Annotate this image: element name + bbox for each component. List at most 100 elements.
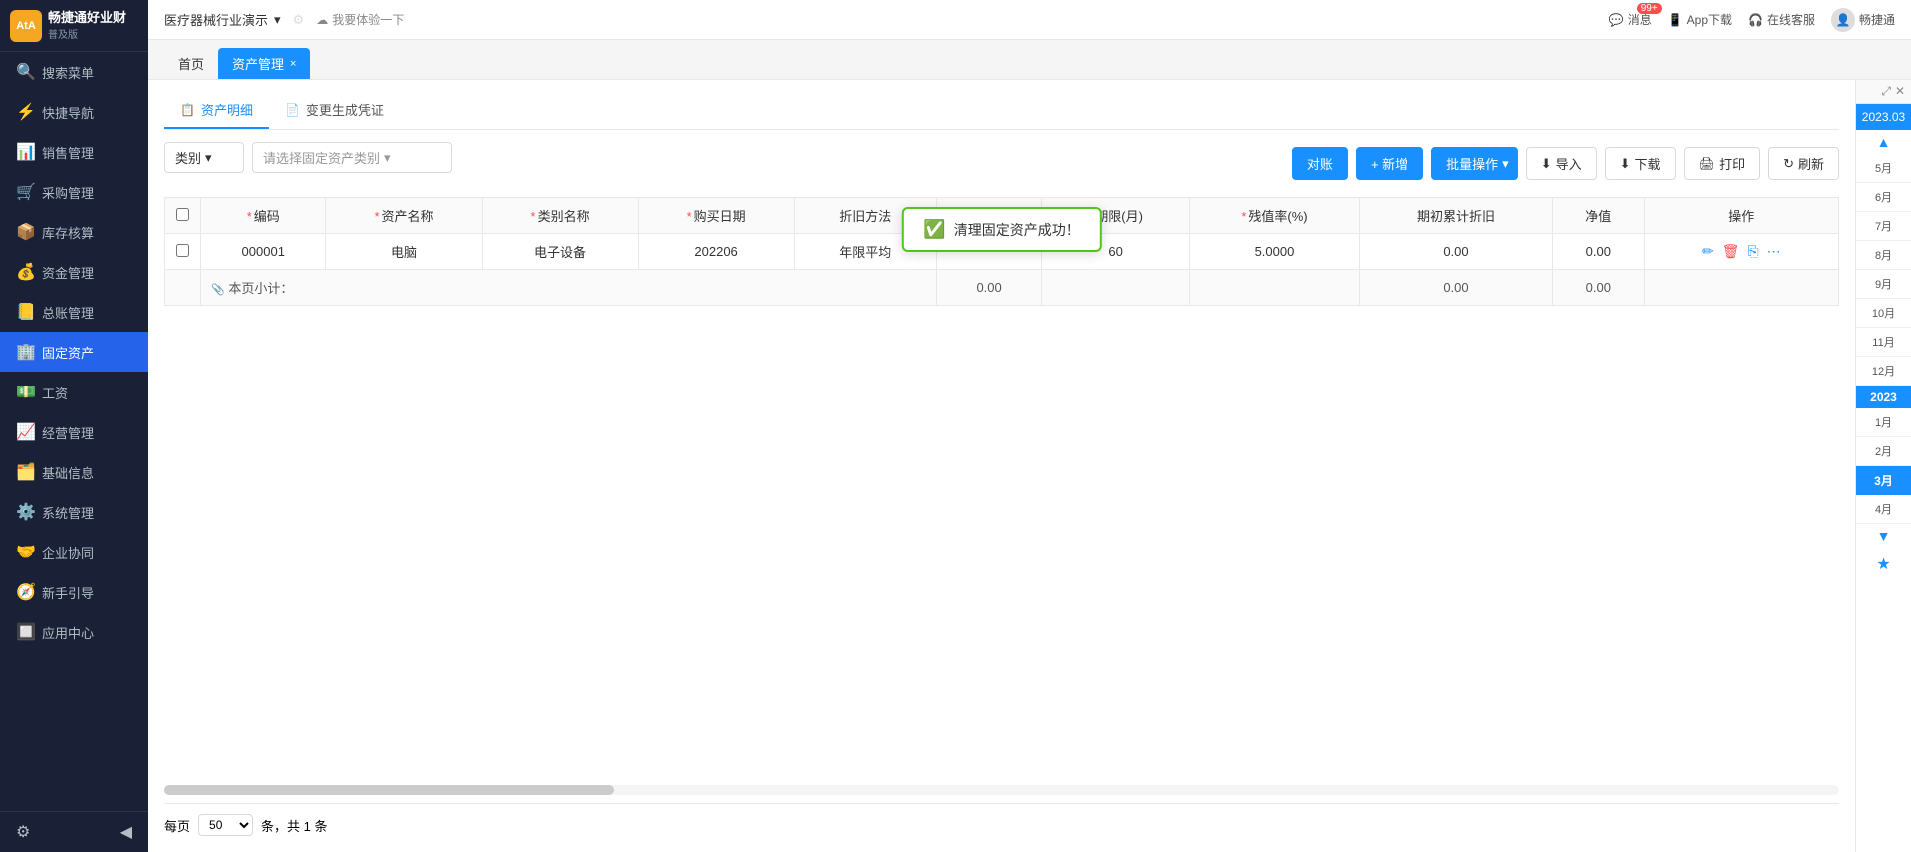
timeline-year-2023[interactable]: 2023 xyxy=(1856,386,1911,408)
timeline-month-5[interactable]: 5月 xyxy=(1856,154,1911,183)
sidebar-item-quicknav[interactable]: ⚡ 快捷导航 xyxy=(0,92,148,132)
timeline-month-9[interactable]: 9月 xyxy=(1856,270,1911,299)
refresh-button[interactable]: ↻ 刷新 xyxy=(1768,147,1839,180)
experience-icon: ☁ xyxy=(316,13,328,27)
timeline-month-7[interactable]: 7月 xyxy=(1856,212,1911,241)
horizontal-scrollbar[interactable] xyxy=(164,785,1839,795)
online-service-button[interactable]: 🎧 在线客服 xyxy=(1748,11,1815,28)
app-version: 普及版 xyxy=(48,26,126,41)
message-icon: 💬 xyxy=(1609,13,1624,27)
subtotal-row: 📎 本页小计： 0.00 0.00 0.00 xyxy=(165,270,1839,306)
guide-icon: 🧭 xyxy=(16,582,34,602)
tab-asset-mgmt[interactable]: 资产管理 × xyxy=(218,48,310,79)
sidebar-item-sales[interactable]: 📊 销售管理 xyxy=(0,132,148,172)
import-button[interactable]: ⬇ 导入 xyxy=(1526,147,1597,180)
sidebar-item-salary[interactable]: 💵 工资 xyxy=(0,372,148,412)
sub-tab-voucher[interactable]: 📄 变更生成凭证 xyxy=(269,92,400,129)
delete-icon[interactable]: 🗑 xyxy=(1722,243,1740,260)
sidebar-item-basic[interactable]: 🗂️ 基础信息 xyxy=(0,452,148,492)
batch-ops-button[interactable]: 批量操作 ▾ xyxy=(1431,147,1518,180)
sub-tab-asset-detail[interactable]: 📋 资产明细 xyxy=(164,92,269,129)
page-tabs: 首页 资产管理 × xyxy=(148,40,1911,80)
sidebar-item-label: 企业协同 xyxy=(42,543,94,562)
app-download-button[interactable]: 📱 App下载 xyxy=(1668,11,1732,28)
more-icon[interactable]: ⋯ xyxy=(1767,243,1781,260)
timeline-month-11[interactable]: 11月 xyxy=(1856,328,1911,357)
avatar: 👤 xyxy=(1831,8,1855,32)
experience-link[interactable]: ☁ 我要体验一下 xyxy=(316,11,404,28)
sidebar-item-guide[interactable]: 🧭 新手引导 xyxy=(0,572,148,612)
sales-icon: 📊 xyxy=(16,142,34,162)
content-area: 📋 资产明细 📄 变更生成凭证 类别 ▾ xyxy=(148,80,1911,852)
select-all-checkbox[interactable] xyxy=(176,208,189,221)
timeline-month-4[interactable]: 4月 xyxy=(1856,495,1911,524)
sidebar-item-search[interactable]: 🔍 搜索菜单 xyxy=(0,52,148,92)
timeline-month-10[interactable]: 10月 xyxy=(1856,299,1911,328)
timeline-month-8[interactable]: 8月 xyxy=(1856,241,1911,270)
topbar-right: 💬 消息 99+ 📱 App下载 🎧 在线客服 👤 畅捷通 xyxy=(1609,8,1895,32)
company-name: 医疗器械行业演示 xyxy=(164,10,268,29)
settings-icon[interactable]: ⚙ xyxy=(16,822,30,842)
print-button[interactable]: 🖨 打印 xyxy=(1684,147,1761,180)
scrollbar-thumb[interactable] xyxy=(164,785,614,795)
sidebar-item-inventory[interactable]: 📦 库存核算 xyxy=(0,212,148,252)
sidebar-item-ledger[interactable]: 📒 总账管理 xyxy=(0,292,148,332)
timeline-up-arrow[interactable]: ▲ xyxy=(1856,130,1911,154)
category-filter[interactable]: 类别 ▾ xyxy=(164,142,244,173)
sidebar-item-funds[interactable]: 💰 资金管理 xyxy=(0,252,148,292)
timeline-close-icon[interactable]: ✕ xyxy=(1895,84,1905,99)
sidebar-scroll: 🔍 搜索菜单 ⚡ 快捷导航 📊 销售管理 🛒 采购管理 📦 库存核算 💰 资金管… xyxy=(0,52,148,811)
sidebar-item-enterprise[interactable]: 🤝 企业协同 xyxy=(0,532,148,572)
new-button[interactable]: + 新增 xyxy=(1356,147,1423,180)
asset-detail-icon: 📋 xyxy=(180,103,195,117)
timeline-month-12[interactable]: 12月 xyxy=(1856,357,1911,386)
th-category: *类别名称 xyxy=(482,198,638,234)
th-purchase-date: *购买日期 xyxy=(638,198,794,234)
enterprise-icon: 🤝 xyxy=(16,542,34,562)
sidebar-item-label: 库存核算 xyxy=(42,223,94,242)
th-action: 操作 xyxy=(1644,198,1838,234)
pagination: 每页 50 100 条，共 1 条 xyxy=(164,803,1839,840)
sidebar-item-purchase[interactable]: 🛒 采购管理 xyxy=(0,172,148,212)
user-profile[interactable]: 👤 畅捷通 xyxy=(1831,8,1895,32)
timeline-down-arrow[interactable]: ▼ xyxy=(1856,524,1911,548)
content-main: 📋 资产明细 📄 变更生成凭证 类别 ▾ xyxy=(148,80,1855,852)
ledger-icon: 📒 xyxy=(16,302,34,322)
sidebar-item-label: 固定资产 xyxy=(42,343,94,362)
basic-icon: 🗂️ xyxy=(16,462,34,482)
tab-home[interactable]: 首页 xyxy=(164,48,218,79)
company-selector[interactable]: 医疗器械行业演示 ▾ xyxy=(164,10,281,29)
timeline-month-6[interactable]: 6月 xyxy=(1856,183,1911,212)
sidebar-item-mgmt[interactable]: 📈 经营管理 xyxy=(0,412,148,452)
message-button[interactable]: 💬 消息 99+ xyxy=(1609,11,1652,28)
edit-icon[interactable]: ✏ xyxy=(1702,243,1714,260)
service-icon: 🎧 xyxy=(1748,13,1763,27)
per-page-select[interactable]: 50 100 xyxy=(198,814,253,836)
main-area: 医疗器械行业演示 ▾ ⚙ ☁ 我要体验一下 💬 消息 99+ 📱 App下载 🎧… xyxy=(148,0,1911,852)
download-button[interactable]: ⬇ 下载 xyxy=(1605,147,1676,180)
timeline-month-3-current[interactable]: 3月 xyxy=(1856,466,1911,495)
tab-close-icon[interactable]: × xyxy=(290,58,296,70)
sidebar-item-system[interactable]: ⚙️ 系统管理 xyxy=(0,492,148,532)
copy-icon[interactable]: ⎘ xyxy=(1747,243,1758,260)
sidebar-item-apps[interactable]: 🔲 应用中心 xyxy=(0,612,148,652)
reconcile-button[interactable]: 对账 xyxy=(1292,147,1348,180)
sidebar-item-fixed[interactable]: 🏢 固定资产 xyxy=(0,332,148,372)
row-checkbox-cell xyxy=(165,234,201,270)
sidebar-item-label: 新手引导 xyxy=(42,583,94,602)
th-code: *编码 xyxy=(201,198,326,234)
category-value-filter[interactable]: 请选择固定资产类别 ▾ xyxy=(252,142,452,173)
funds-icon: 💰 xyxy=(16,262,34,282)
sidebar-item-label: 经营管理 xyxy=(42,423,94,442)
filter-dropdown-icon: ▾ xyxy=(205,150,212,166)
timeline-expand-icon[interactable]: ⤢ xyxy=(1881,84,1891,99)
fixed-icon: 🏢 xyxy=(16,342,34,362)
timeline-month-2[interactable]: 2月 xyxy=(1856,437,1911,466)
timeline-month-1[interactable]: 1月 xyxy=(1856,408,1911,437)
timeline-star-icon[interactable]: ★ xyxy=(1856,548,1911,580)
collapse-icon[interactable]: ◀ xyxy=(120,822,132,842)
row-code: 000001 xyxy=(201,234,326,270)
row-checkbox[interactable] xyxy=(176,244,189,257)
mgmt-icon: 📈 xyxy=(16,422,34,442)
sidebar-item-label: 基础信息 xyxy=(42,463,94,482)
